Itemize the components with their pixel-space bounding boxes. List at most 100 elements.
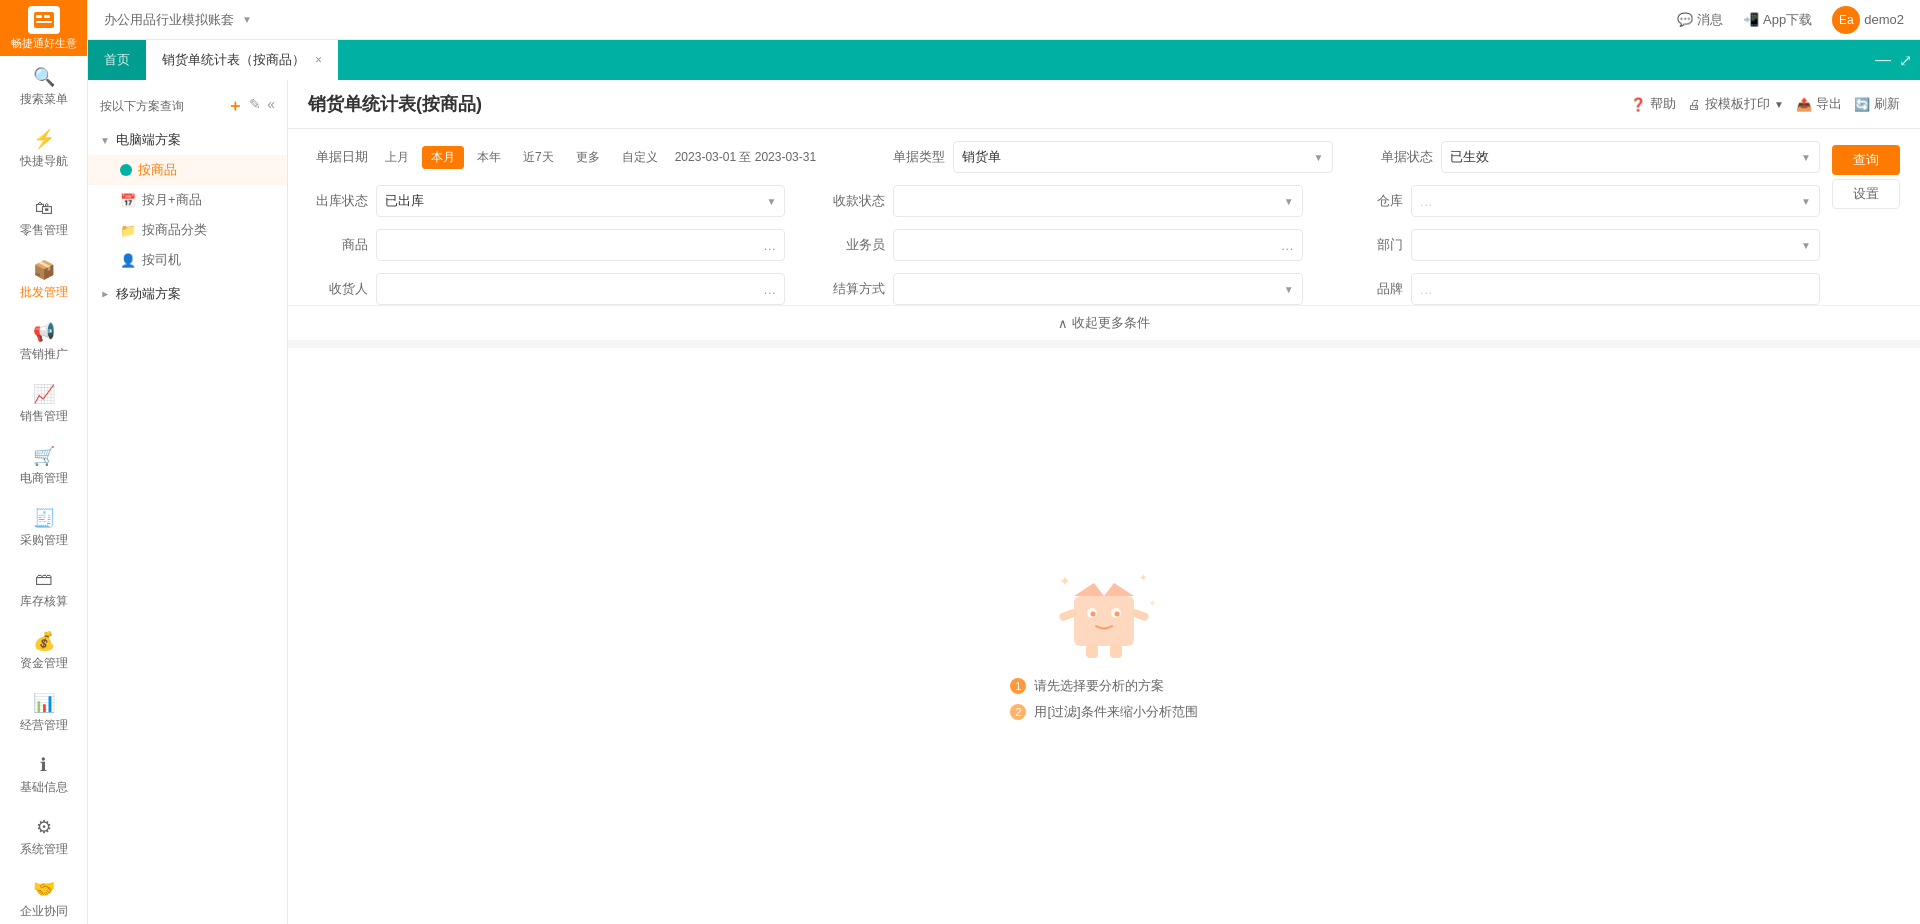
user-profile[interactable]: Ea demo2 [1832,6,1904,34]
sidebar-item-label: 基础信息 [20,779,68,796]
svg-rect-2 [44,15,50,18]
svg-text:✦: ✦ [1139,572,1147,583]
filter-sidebar-tools: ＋ ✎ « [227,96,275,117]
filter-item-by-month-product[interactable]: 📅 按月+商品 [88,185,287,215]
filter-row-3: 商品 … 业务员 [308,229,1820,261]
edit-scheme-button[interactable]: ✎ [249,96,261,117]
product-input[interactable]: … [376,229,785,261]
data-area: ✦ ✦ ✦ 1 请先选择要分析的方案 2 用[过滤]条件来缩小分析范围 [288,348,1920,924]
date-custom[interactable]: 自定义 [613,146,667,169]
payment-status-label: 收款状态 [825,192,885,210]
bill-type-field: 单据类型 销货单 ▼ [885,141,1333,173]
collapse-more-button[interactable]: ∧ 收起更多条件 [288,305,1920,340]
tab-home[interactable]: 首页 [88,40,146,80]
warehouse-input[interactable]: … ▼ [1411,185,1820,217]
sidebar-item-label: 经营管理 [20,717,68,734]
sidebar-item-wholesale[interactable]: 📦 批发管理 [0,249,88,311]
filter-group-mobile-header[interactable]: ▼ 移动端方案 [88,279,287,309]
date-last-month[interactable]: 上月 [376,146,418,169]
filter-group-pc-header[interactable]: ▼ 电脑端方案 [88,125,287,155]
salesperson-input[interactable]: … [893,229,1302,261]
messages-button[interactable]: 💬 消息 [1677,11,1723,29]
workspace-selector[interactable]: 办公用品行业模拟账套 ▼ [104,11,252,29]
date-current-month[interactable]: 本月 [422,146,464,169]
finance-icon: 💰 [33,630,55,652]
tab-sales-stats[interactable]: 销货单统计表（按商品） × [146,40,338,80]
purchase-icon: 🧾 [33,507,55,529]
logo-icon [28,6,60,34]
bill-type-input[interactable]: 销货单 ▼ [953,141,1333,173]
svg-rect-0 [34,12,54,28]
date-last-7-days[interactable]: 近7天 [514,146,563,169]
retail-icon: 🛍 [35,198,53,219]
svg-rect-4 [1074,596,1134,646]
sidebar-item-finance[interactable]: 💰 资金管理 [0,620,88,682]
sidebar-item-quicknav[interactable]: ⚡ 快捷导航 [0,118,88,180]
empty-illustration: ✦ ✦ ✦ [1044,551,1164,661]
out-status-label: 出库状态 [308,192,368,210]
date-label: 单据日期 [308,148,368,166]
sidebar-item-cooperation[interactable]: 🤝 企业协同 [0,868,88,924]
dept-dropdown-icon: ▼ [1801,240,1811,251]
sidebar-item-operations[interactable]: 📊 经营管理 [0,682,88,744]
sidebar-item-ecommerce[interactable]: 🛒 电商管理 [0,435,88,497]
filter-item-by-cashier[interactable]: 👤 按司机 [88,245,287,275]
date-current-year[interactable]: 本年 [468,146,510,169]
salesperson-dots[interactable]: … [1281,238,1294,253]
recipient-dots[interactable]: … [763,282,776,297]
tab-sales-stats-label: 销货单统计表（按商品） [162,51,305,69]
sidebar-item-search[interactable]: 🔍 搜索菜单 [0,56,88,118]
brand-input[interactable]: … [1411,273,1820,305]
query-button[interactable]: 查询 [1832,145,1900,175]
date-more[interactable]: 更多 [567,146,609,169]
sidebar-item-purchase[interactable]: 🧾 采购管理 [0,497,88,559]
sidebar-item-label: 快捷导航 [20,153,68,170]
sidebar-item-retail[interactable]: 🛍 零售管理 [0,188,88,249]
sidebar-item-inventory[interactable]: 🗃 库存核算 [0,559,88,620]
help-button[interactable]: ❓ 帮助 [1630,95,1676,113]
product-dots[interactable]: … [763,238,776,253]
quicknav-icon: ⚡ [33,128,55,150]
brand-placeholder: … [1420,282,1433,297]
warehouse-label: 仓库 [1343,192,1403,210]
add-scheme-button[interactable]: ＋ [227,96,243,117]
bill-status-input[interactable]: 已生效 ▼ [1441,141,1821,173]
tab-maximize-button[interactable]: ⤢ [1899,51,1912,70]
app-download-button[interactable]: 📲 App下载 [1743,11,1812,29]
svg-rect-11 [1086,644,1098,658]
svg-point-8 [1114,612,1119,617]
app-download-label: App下载 [1763,11,1812,29]
filter-group-mobile-label: 移动端方案 [116,285,181,303]
bill-status-label: 单据状态 [1373,148,1433,166]
dept-input[interactable]: ▼ [1411,229,1820,261]
app-logo: 畅捷通好生意 [0,0,88,56]
salesperson-label: 业务员 [825,236,885,254]
empty-tip-2: 2 用[过滤]条件来缩小分析范围 [1010,703,1197,721]
sidebar-item-marketing[interactable]: 📢 营销推广 [0,311,88,373]
recipient-field: 收货人 … [308,273,785,305]
settlement-input[interactable]: ▼ [893,273,1302,305]
refresh-button[interactable]: 🔄 刷新 [1854,95,1900,113]
dept-field: 部门 ▼ [1343,229,1820,261]
payment-status-input[interactable]: ▼ [893,185,1302,217]
filter-item-by-cashier-label: 按司机 [142,251,181,269]
sidebar-item-label: 销售管理 [20,408,68,425]
filter-item-by-category[interactable]: 📁 按商品分类 [88,215,287,245]
recipient-input[interactable]: … [376,273,785,305]
sales-icon: 📈 [33,383,55,405]
top-header: 办公用品行业模拟账套 ▼ 💬 消息 📲 App下载 Ea demo2 [88,0,1920,40]
settings-button[interactable]: 设置 [1832,179,1900,209]
print-button[interactable]: 🖨 按模板打印 ▼ [1688,95,1784,113]
filter-row-1: 单据日期 上月 本月 本年 近7天 更多 自定义 2023-03-01 至 20… [308,141,1820,173]
tab-minimize-button[interactable]: — [1875,51,1891,69]
sidebar-item-system[interactable]: ⚙ 系统管理 [0,806,88,868]
sidebar-item-sales[interactable]: 📈 销售管理 [0,373,88,435]
out-status-input[interactable]: 已出库 ▼ [376,185,785,217]
tab-close-button[interactable]: × [315,53,322,67]
export-button[interactable]: 📤 导出 [1796,95,1842,113]
payment-status-field: 收款状态 ▼ [825,185,1302,217]
tip-num-2: 2 [1010,704,1026,720]
collapse-sidebar-button[interactable]: « [267,96,275,117]
filter-item-by-product[interactable]: 按商品 [88,155,287,185]
sidebar-item-basic[interactable]: ℹ 基础信息 [0,744,88,806]
